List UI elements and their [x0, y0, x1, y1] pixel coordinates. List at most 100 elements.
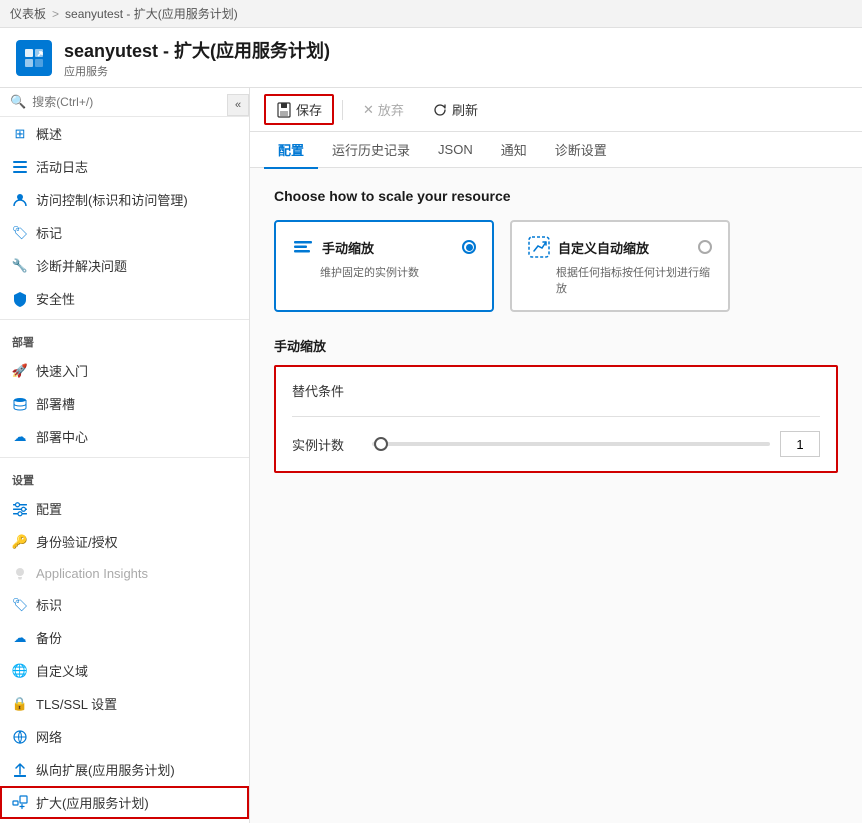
- sidebar-item-label: 扩大(应用服务计划): [36, 793, 149, 812]
- auto-scale-card-icon: [528, 236, 550, 258]
- section-settings-label: 设置: [0, 462, 249, 492]
- tab-diag-settings[interactable]: 诊断设置: [541, 132, 621, 169]
- toolbar-divider: [342, 100, 343, 120]
- refresh-button[interactable]: 刷新: [420, 94, 490, 125]
- shield-icon: [12, 291, 28, 307]
- instance-count-label: 实例计数: [292, 435, 362, 454]
- database-icon: [12, 396, 28, 412]
- refresh-label: 刷新: [452, 100, 478, 119]
- sidebar-item-tls[interactable]: 🔒 TLS/SSL 设置: [0, 687, 249, 720]
- slider-track[interactable]: [372, 442, 770, 446]
- wrench-icon: 🔧: [12, 258, 28, 274]
- auto-scale-card[interactable]: 自定义自动缩放 根据任何指标按任何计划进行缩放: [510, 220, 730, 312]
- slider-thumb[interactable]: [374, 437, 388, 451]
- lock-icon: 🔒: [12, 696, 28, 712]
- sidebar-item-activity-log[interactable]: 活动日志: [0, 150, 249, 183]
- list-icon: [12, 159, 28, 175]
- sidebar-item-custom-domain[interactable]: 🌐 自定义域: [0, 654, 249, 687]
- sidebar-item-label: 配置: [36, 499, 62, 518]
- cloud2-icon: ☁: [12, 630, 28, 646]
- sidebar-item-app-insights[interactable]: Application Insights: [0, 558, 249, 588]
- search-box[interactable]: 🔍 «: [0, 88, 249, 117]
- sidebar-item-security[interactable]: 安全性: [0, 282, 249, 315]
- section-deploy-label: 部署: [0, 324, 249, 354]
- manual-scale-section-title: 手动缩放: [274, 336, 838, 355]
- breadcrumb-sep1: >: [52, 7, 59, 21]
- sidebar-item-overview[interactable]: ⊞ 概述: [0, 117, 249, 150]
- discard-label: 放弃: [378, 100, 404, 119]
- rocket-icon: 🚀: [12, 363, 28, 379]
- search-input[interactable]: [32, 95, 239, 109]
- sidebar-item-label: 快速入门: [36, 361, 88, 380]
- sidebar-item-label: TLS/SSL 设置: [36, 694, 117, 713]
- page-header: seanyutest - 扩大(应用服务计划) 应用服务: [0, 28, 862, 88]
- bulb-icon: [12, 565, 28, 581]
- sidebar-item-access-control[interactable]: 访问控制(标识和访问管理): [0, 183, 249, 216]
- tab-json[interactable]: JSON: [424, 134, 487, 167]
- breadcrumb: 仪表板 > seanyutest - 扩大(应用服务计划): [0, 0, 862, 28]
- auto-scale-radio[interactable]: [698, 240, 712, 254]
- manual-scale-card[interactable]: 手动缩放 维护固定的实例计数: [274, 220, 494, 312]
- tag-icon: 🏷: [12, 225, 28, 241]
- instance-count-input[interactable]: [780, 431, 820, 457]
- tab-notify[interactable]: 通知: [487, 132, 541, 169]
- sidebar-item-scale-out[interactable]: 扩大(应用服务计划): [0, 786, 249, 819]
- sidebar-item-label: Application Insights: [36, 566, 148, 581]
- sidebar-item-label: 概述: [36, 124, 62, 143]
- scale-cards: 手动缩放 维护固定的实例计数: [274, 220, 838, 312]
- sidebar-item-label: 部署中心: [36, 427, 88, 446]
- toolbar: 保存 ✕ 放弃 刷新: [250, 88, 862, 132]
- sidebar-item-network[interactable]: 网络: [0, 720, 249, 753]
- key-icon: 🔑: [12, 534, 28, 550]
- globe-icon: 🌐: [12, 663, 28, 679]
- sidebar-item-quickstart[interactable]: 🚀 快速入门: [0, 354, 249, 387]
- manual-scale-card-icon: [292, 236, 314, 258]
- auto-scale-desc: 根据任何指标按任何计划进行缩放: [556, 264, 712, 296]
- main-content: Choose how to scale your resource: [250, 168, 862, 823]
- sidebar-item-backup[interactable]: ☁ 备份: [0, 621, 249, 654]
- collapse-button[interactable]: «: [227, 94, 249, 116]
- sidebar-item-deploy-slot[interactable]: 部署槽: [0, 387, 249, 420]
- sidebar-item-config[interactable]: 配置: [0, 492, 249, 525]
- sidebar-item-diagnose[interactable]: 🔧 诊断并解决问题: [0, 249, 249, 282]
- sidebar-item-label: 活动日志: [36, 157, 88, 176]
- sidebar-item-scale-up[interactable]: 纵向扩展(应用服务计划): [0, 753, 249, 786]
- sidebar-item-label-tag[interactable]: 🏷 标识: [0, 588, 249, 621]
- tab-bar: 配置 运行历史记录 JSON 通知 诊断设置: [250, 132, 862, 168]
- sidebar-item-label: 标识: [36, 595, 62, 614]
- grid-icon: ⊞: [12, 126, 28, 142]
- slider-container: [372, 442, 770, 446]
- sidebar-item-label: 纵向扩展(应用服务计划): [36, 760, 175, 779]
- sidebar-item-label: 诊断并解决问题: [36, 256, 127, 275]
- discard-button[interactable]: ✕ 放弃: [351, 94, 416, 125]
- sidebar-item-label: 标记: [36, 223, 62, 242]
- save-button[interactable]: 保存: [264, 94, 334, 125]
- sidebar-item-deploy-center[interactable]: ☁ 部署中心: [0, 420, 249, 453]
- sidebar-item-label: 访问控制(标识和访问管理): [36, 190, 188, 209]
- cloud-icon: ☁: [12, 429, 28, 445]
- sidebar-item-label: 安全性: [36, 289, 75, 308]
- tab-config[interactable]: 配置: [264, 132, 318, 169]
- tab-run-history[interactable]: 运行历史记录: [318, 132, 424, 169]
- sidebar: 🔍 « ⊞ 概述 活动日志 访问控制(标识和访问管理) 🏷 标记 🔧: [0, 88, 250, 823]
- sliders-icon: [12, 501, 28, 517]
- instance-row: 实例计数: [292, 431, 820, 457]
- sidebar-item-tags[interactable]: 🏷 标记: [0, 216, 249, 249]
- tag2-icon: 🏷: [12, 597, 28, 613]
- breadcrumb-home[interactable]: 仪表板: [10, 5, 46, 22]
- sidebar-item-label: 备份: [36, 628, 62, 647]
- manual-scale-radio[interactable]: [462, 240, 476, 254]
- sidebar-item-web-jobs[interactable]: ⚙ Web 作业: [0, 819, 249, 823]
- person-icon: [12, 192, 28, 208]
- page-title: seanyutest - 扩大(应用服务计划): [64, 37, 330, 63]
- choose-scale-title: Choose how to scale your resource: [274, 188, 838, 204]
- search-icon: 🔍: [10, 94, 26, 110]
- header-icon: [16, 40, 52, 76]
- sidebar-item-auth[interactable]: 🔑 身份验证/授权: [0, 525, 249, 558]
- content-area: 保存 ✕ 放弃 刷新 配置 运行历史记录 JSON 通知: [250, 88, 862, 823]
- manual-scale-desc: 维护固定的实例计数: [320, 264, 476, 280]
- sidebar-item-label: 自定义域: [36, 661, 88, 680]
- network-icon: [12, 729, 28, 745]
- save-label: 保存: [296, 100, 322, 119]
- sidebar-item-label: 身份验证/授权: [36, 532, 118, 551]
